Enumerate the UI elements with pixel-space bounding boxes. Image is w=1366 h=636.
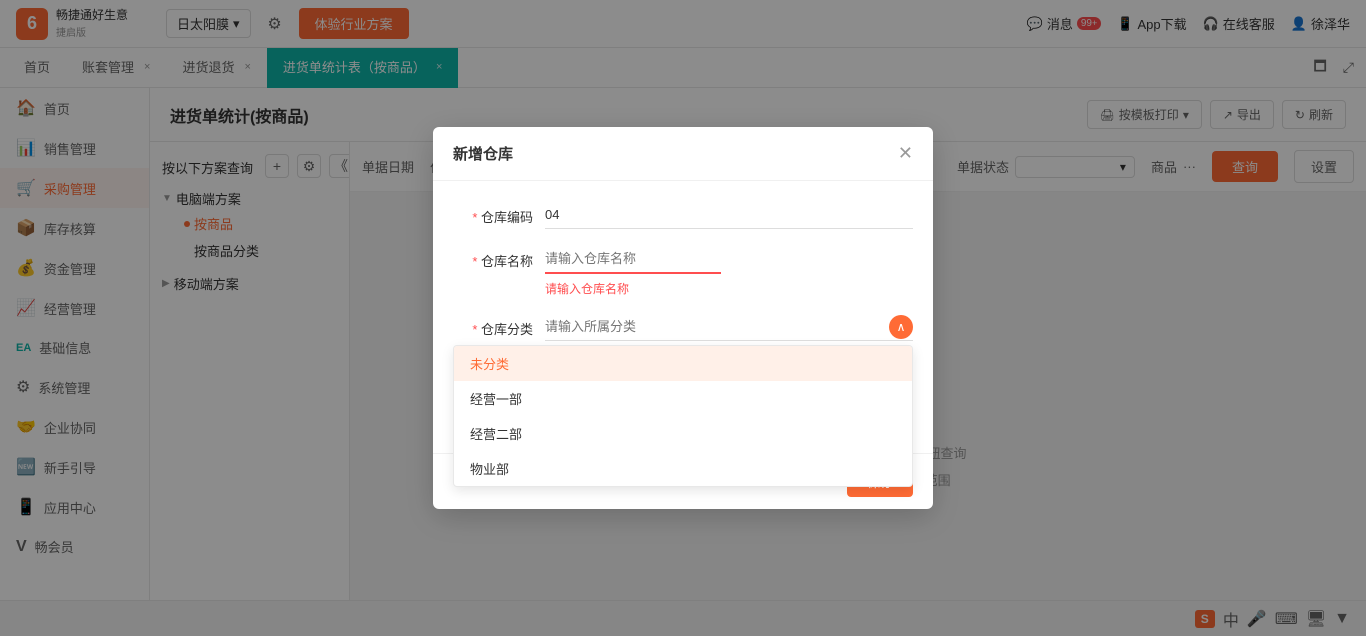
modal-title: 新增仓库: [453, 143, 513, 164]
modal-new-warehouse: 新增仓库 ✕ 仓库编码 仓库名称 请输入仓库名称: [433, 127, 933, 509]
dropdown-item-dept2[interactable]: 经营二部: [454, 416, 912, 451]
form-row-name: 仓库名称 请输入仓库名称: [453, 245, 913, 297]
modal-body: 仓库编码 仓库名称 请输入仓库名称 仓库分类: [433, 181, 933, 453]
dropdown-item-dept3[interactable]: 物业部: [454, 451, 912, 486]
category-dropdown-wrap: ∧ 未分类 经营一部 经营二部 物业部: [545, 313, 913, 341]
form-row-code: 仓库编码: [453, 201, 913, 229]
dropdown-item-uncategorized[interactable]: 未分类: [454, 346, 912, 381]
category-label: 仓库分类: [453, 313, 533, 338]
modal-header: 新增仓库 ✕: [433, 127, 933, 181]
name-error-text: 请输入仓库名称: [545, 280, 629, 297]
form-row-category: 仓库分类 ∧ 未分类 经营一部 经营二部 物业部: [453, 313, 913, 341]
modal-overlay[interactable]: 新增仓库 ✕ 仓库编码 仓库名称 请输入仓库名称: [0, 0, 1366, 636]
category-dropdown-list: 未分类 经营一部 经营二部 物业部: [453, 345, 913, 487]
code-label: 仓库编码: [453, 201, 533, 226]
code-input[interactable]: [545, 201, 913, 229]
name-input[interactable]: [545, 245, 721, 274]
close-icon[interactable]: ✕: [898, 143, 913, 164]
name-label: 仓库名称: [453, 245, 533, 274]
category-input[interactable]: [545, 313, 913, 341]
dropdown-arrow-icon[interactable]: ∧: [889, 315, 913, 339]
dropdown-item-dept1[interactable]: 经营一部: [454, 381, 912, 416]
